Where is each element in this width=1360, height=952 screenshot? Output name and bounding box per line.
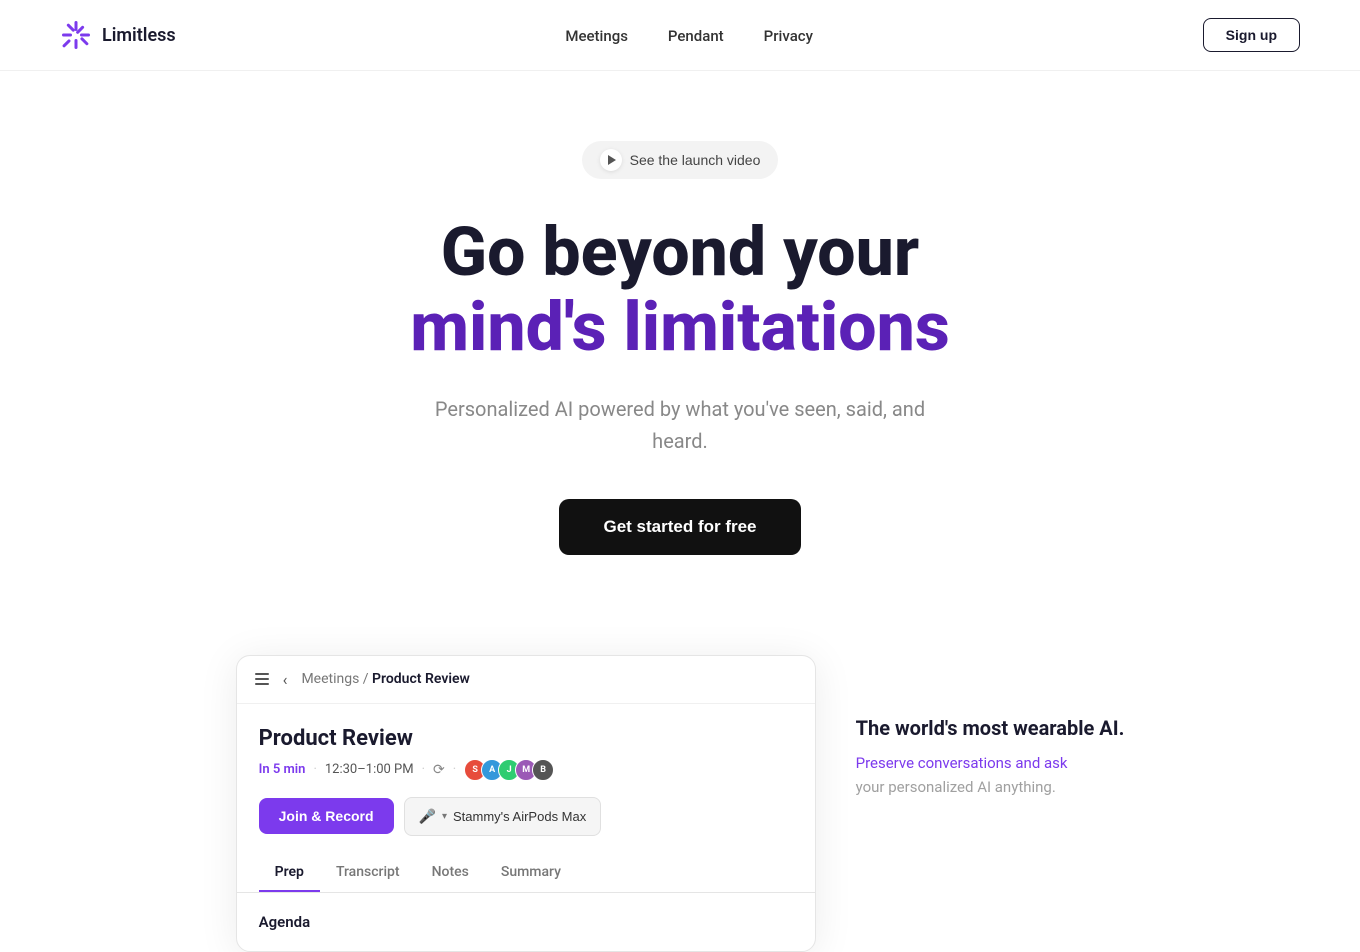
chevron-down-icon: ▾ [442,811,447,822]
meeting-time-label: In 5 min [259,762,306,777]
meeting-title: Product Review [259,726,793,751]
hero-cta-button[interactable]: Get started for free [559,499,800,555]
product-screenshot: ‹ Meetings / Product Review Product Revi… [236,655,816,952]
tab-prep[interactable]: Prep [259,854,320,892]
nav-logo-text: Limitless [102,25,176,46]
side-text-panel: The world's most wearable AI. Preserve c… [856,655,1125,799]
screenshot-body: Product Review In 5 min · 12:30–1:00 PM … [237,704,815,951]
nav-link-privacy[interactable]: Privacy [764,27,813,45]
nav-link-meetings[interactable]: Meetings [565,27,628,45]
hero-title-line2: mind's limitations [410,287,949,367]
microphone-icon: 🎤 [419,808,436,825]
screenshot-topbar: ‹ Meetings / Product Review [237,656,815,704]
navbar: Limitless Meetings Pendant Privacy Sign … [0,0,1360,71]
meeting-time-range: 12:30–1:00 PM [325,762,414,777]
product-section: ‹ Meetings / Product Review Product Revi… [0,595,1360,952]
tab-notes[interactable]: Notes [416,854,485,892]
hero-title: Go beyond your mind's limitations [410,215,949,365]
hero-subtitle: Personalized AI powered by what you've s… [420,393,940,457]
side-heading: The world's most wearable AI. [856,715,1125,741]
join-record-button[interactable]: Join & Record [259,798,394,834]
meeting-actions: Join & Record 🎤 ▾ Stammy's AirPods Max [259,797,793,836]
meeting-avatars: S A J M B [464,759,554,781]
breadcrumb: Meetings / Product Review [301,671,469,687]
avatar-5: B [532,759,554,781]
logo-icon [60,19,92,51]
screenshot-content: Agenda [259,893,793,951]
nav-logo[interactable]: Limitless [60,19,176,51]
agenda-label: Agenda [259,909,793,935]
launch-video-label: See the launch video [630,152,761,168]
meeting-meta: In 5 min · 12:30–1:00 PM · ⟳ · S A J M B [259,759,793,781]
play-icon [600,149,622,171]
screenshot-tabs: Prep Transcript Notes Summary [237,854,815,893]
nav-links: Meetings Pendant Privacy [565,26,813,45]
signup-button[interactable]: Sign up [1203,18,1300,52]
nav-link-pendant[interactable]: Pendant [668,27,724,45]
tab-transcript[interactable]: Transcript [320,854,416,892]
launch-video-button[interactable]: See the launch video [582,141,779,179]
tab-summary[interactable]: Summary [485,854,577,892]
sync-icon: ⟳ [433,762,445,778]
back-button[interactable]: ‹ [279,670,292,689]
audio-device-label: Stammy's AirPods Max [453,809,586,824]
audio-device-button[interactable]: 🎤 ▾ Stammy's AirPods Max [404,797,602,836]
side-description: Preserve conversations and ask your pers… [856,751,1125,799]
hamburger-icon[interactable] [255,673,269,685]
hero-section: See the launch video Go beyond your mind… [0,71,1360,595]
